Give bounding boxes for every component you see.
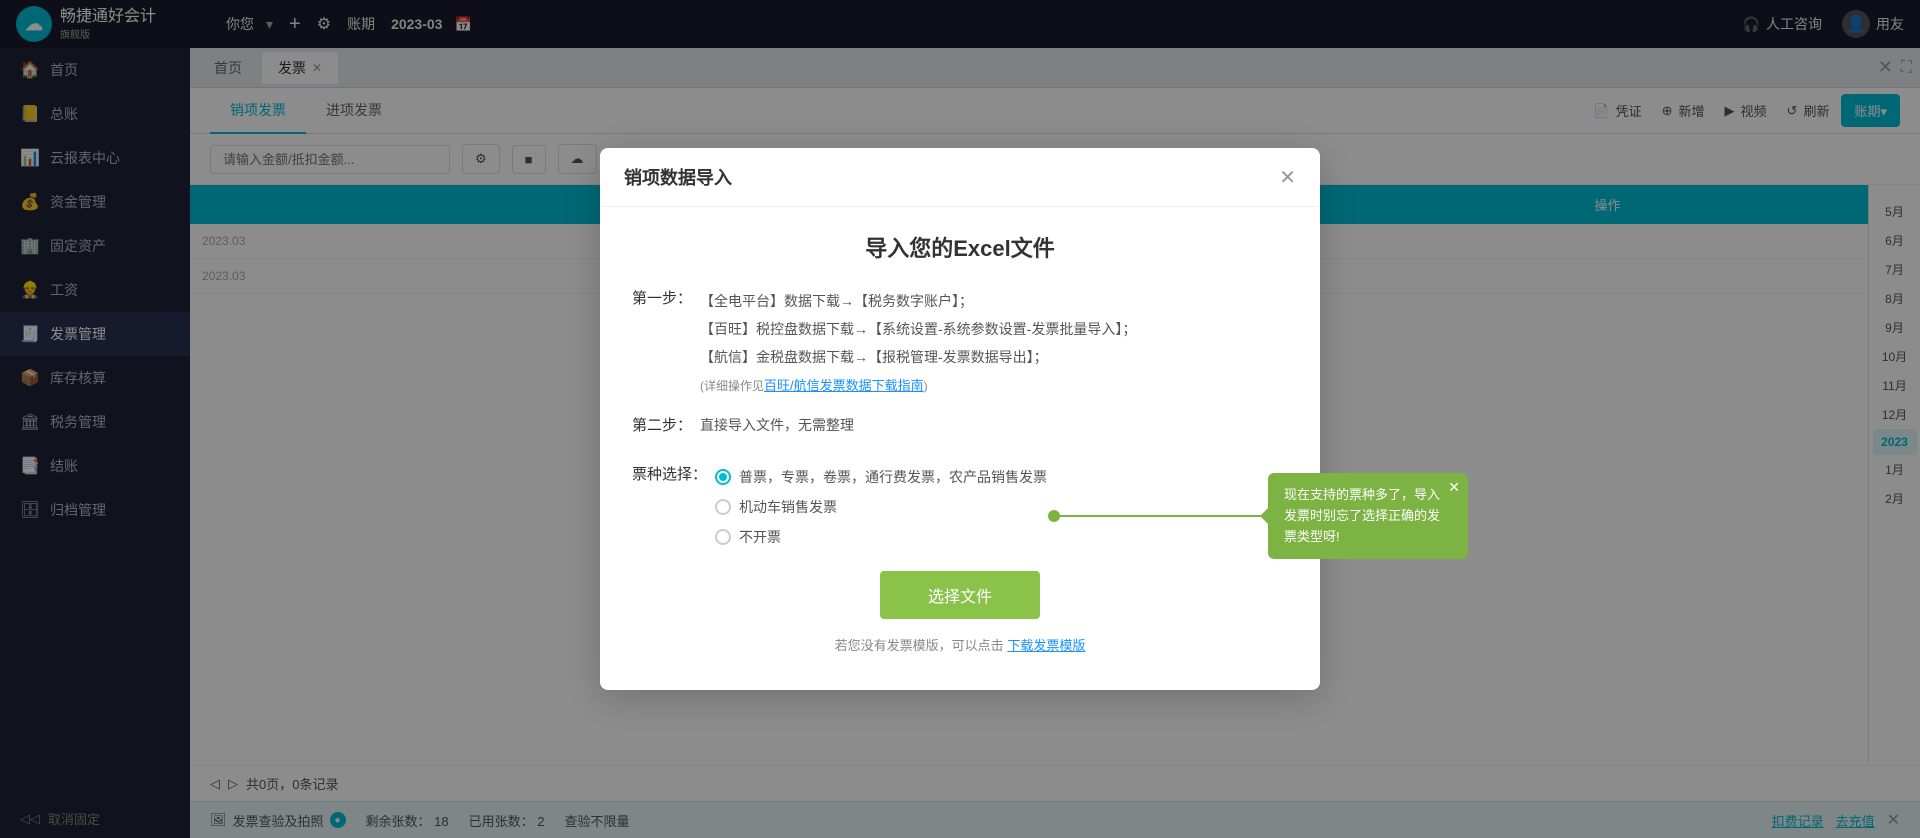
modal-close-button[interactable]: ✕ (1279, 165, 1296, 190)
import-modal: 销项数据导入 ✕ 导入您的Excel文件 第一步： 【全电平台】数据下载→【税务… (600, 148, 1320, 690)
download-template-link[interactable]: 下载发票模版 (1007, 638, 1085, 653)
modal-step2: 第二步： 直接导入文件，无需整理 (632, 414, 1288, 443)
modal-step1: 第一步： 【全电平台】数据下载→【税务数字账户】； 【百旺】税控盘数据下载→【系… (632, 287, 1288, 394)
step1-link-row: (详细操作见百旺/航信发票数据下载指南) (700, 375, 1136, 394)
ticket-type-label: 票种选择： (632, 463, 707, 484)
radio-option-1[interactable]: 普票，专票，卷票，通行费发票，农产品销售发票 (715, 467, 1047, 487)
tooltip-text: 现在支持的票种多了，导入发票时别忘了选择正确的发票类型呀! (1284, 485, 1452, 547)
step2-content: 直接导入文件，无需整理 (700, 415, 854, 435)
radio-circle-1 (715, 469, 731, 485)
modal-btn-row: 选择文件 (632, 571, 1288, 619)
select-file-button[interactable]: 选择文件 (880, 571, 1040, 619)
radio-circle-2 (715, 499, 731, 515)
modal-ticket-type: 票种选择： 普票，专票，卷票，通行费发票，农产品销售发票 机动车销售发票 (632, 463, 1288, 547)
tooltip-popup: ✕ 现在支持的票种多了，导入发票时别忘了选择正确的发票类型呀! (1268, 473, 1468, 559)
radio-label-1: 普票，专票，卷票，通行费发票，农产品销售发票 (739, 467, 1047, 487)
tooltip-line (1058, 515, 1268, 517)
step1-line-3: 【航信】金税盘数据下载→【报税管理-发票数据导出】； (700, 343, 1136, 371)
step1-line-1: 【全电平台】数据下载→【税务数字账户】； (700, 287, 1136, 315)
radio-option-2[interactable]: 机动车销售发票 (715, 497, 1047, 517)
radio-label-3: 不开票 (739, 527, 781, 547)
radio-label-2: 机动车销售发票 (739, 497, 837, 517)
footer-text: 若您没有发票模版，可以点击 (835, 638, 1004, 653)
step1-label: 第一步： (632, 287, 692, 386)
step1-link-note: (详细操作见 (700, 379, 764, 393)
modal-header: 销项数据导入 ✕ (600, 148, 1320, 207)
step2-label: 第二步： (632, 414, 692, 435)
modal-overlay: 销项数据导入 ✕ 导入您的Excel文件 第一步： 【全电平台】数据下载→【税务… (0, 0, 1920, 838)
step1-line-2: 【百旺】税控盘数据下载→【系统设置-系统参数设置-发票批量导入】； (700, 315, 1136, 343)
modal-main-title: 导入您的Excel文件 (632, 231, 1288, 263)
modal-body: 导入您的Excel文件 第一步： 【全电平台】数据下载→【税务数字账户】； 【百… (600, 207, 1320, 690)
step1-guide-link[interactable]: 百旺/航信发票数据下载指南 (764, 378, 924, 393)
radio-circle-3 (715, 529, 731, 545)
radio-option-3[interactable]: 不开票 (715, 527, 1047, 547)
tooltip-close-button[interactable]: ✕ (1448, 479, 1460, 496)
tooltip-dot (1048, 510, 1060, 522)
modal-footer: 若您没有发票模版，可以点击 下载发票模版 (632, 635, 1288, 670)
step1-content: 【全电平台】数据下载→【税务数字账户】； 【百旺】税控盘数据下载→【系统设置-系… (700, 287, 1136, 394)
modal-title: 销项数据导入 (624, 164, 732, 190)
radio-group: 普票，专票，卷票，通行费发票，农产品销售发票 机动车销售发票 不开票 (715, 467, 1047, 547)
